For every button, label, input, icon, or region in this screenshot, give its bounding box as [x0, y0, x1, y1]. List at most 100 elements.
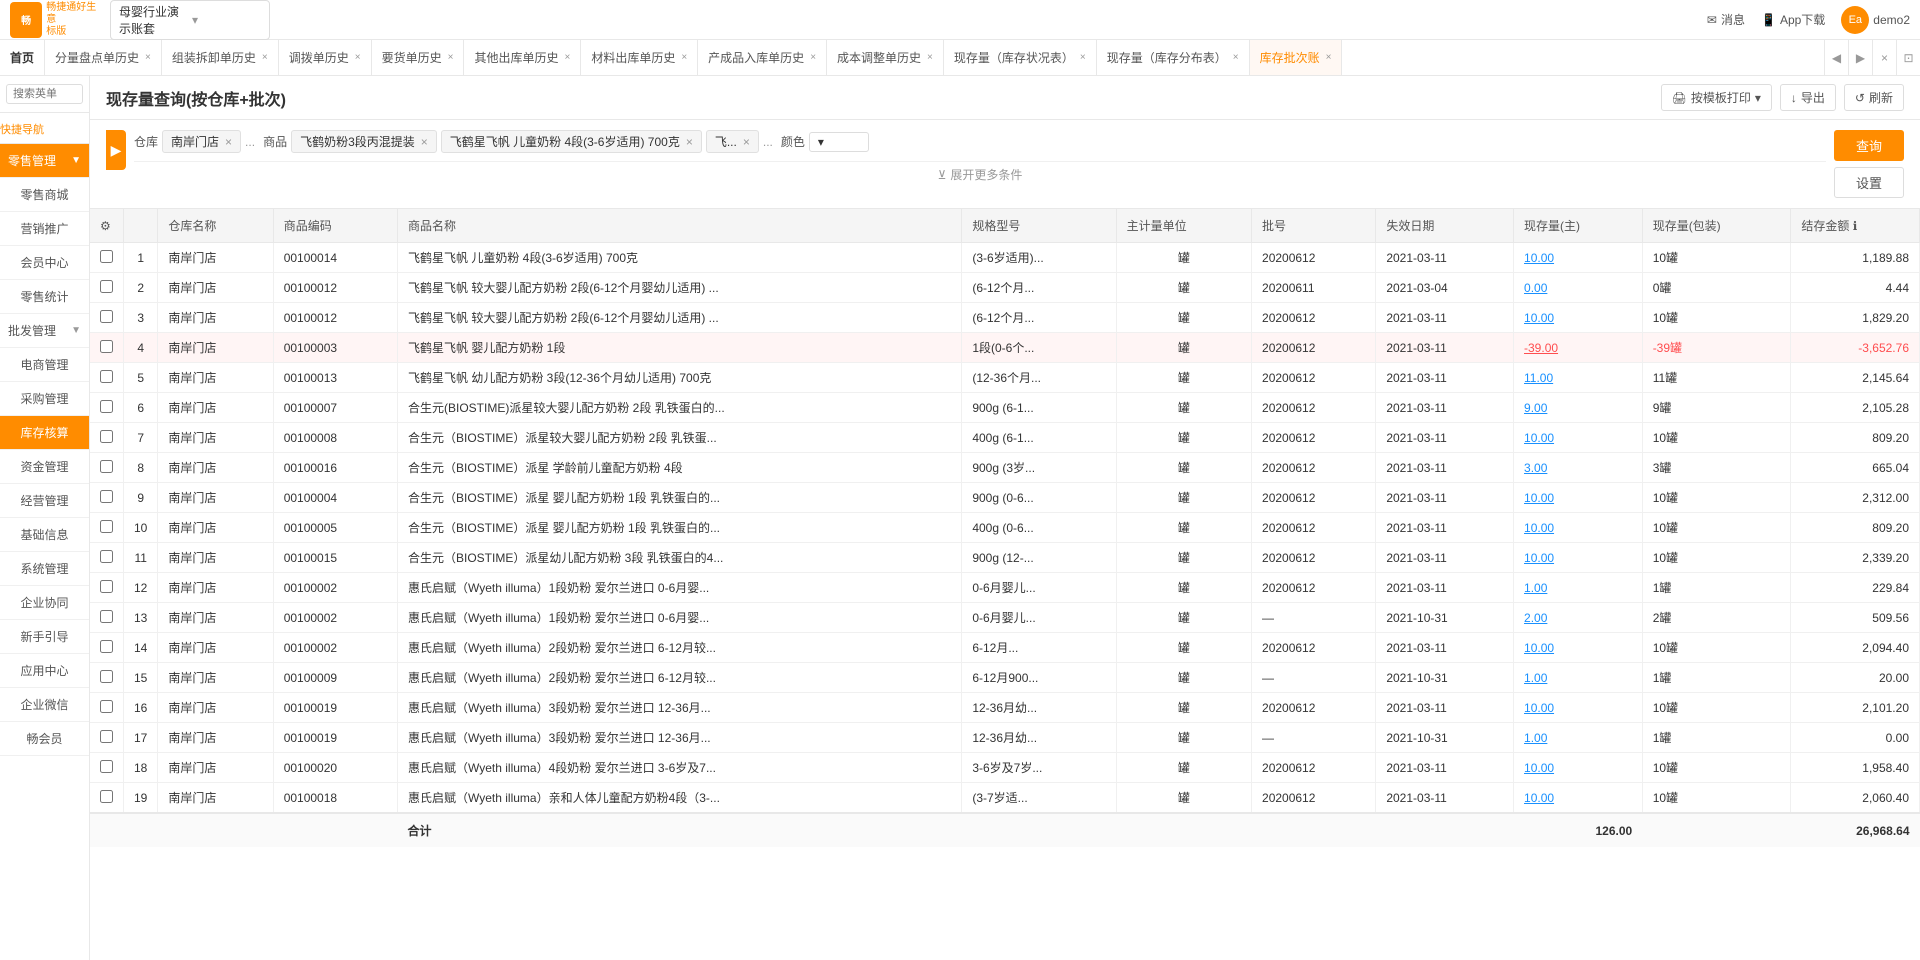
- tab-close-icon[interactable]: ×: [1233, 52, 1239, 63]
- export-button[interactable]: ↓ 导出: [1780, 84, 1836, 111]
- row-checkbox[interactable]: [100, 790, 113, 803]
- row-checkbox[interactable]: [100, 400, 113, 413]
- query-button[interactable]: 查询: [1834, 130, 1904, 161]
- row-stock-main[interactable]: 10.00: [1514, 543, 1643, 573]
- row-checkbox-cell[interactable]: [90, 453, 124, 483]
- row-stock-main[interactable]: 10.00: [1514, 243, 1643, 273]
- template-print-button[interactable]: 🖨 按模板打印 ▾: [1661, 84, 1772, 111]
- row-stock-main[interactable]: 10.00: [1514, 423, 1643, 453]
- row-checkbox-cell[interactable]: [90, 753, 124, 783]
- row-checkbox-cell[interactable]: [90, 573, 124, 603]
- row-checkbox-cell[interactable]: [90, 543, 124, 573]
- tab-diaobodanhist[interactable]: 调拨单历史 ×: [279, 40, 372, 76]
- warehouse-filter-tag[interactable]: 南岸门店 ×: [162, 130, 241, 153]
- row-checkbox-cell[interactable]: [90, 303, 124, 333]
- row-stock-main[interactable]: 10.00: [1514, 753, 1643, 783]
- tab-close-icon[interactable]: ×: [355, 52, 361, 63]
- product-filter-tag-1[interactable]: 飞鹤奶粉3段丙混提装 ×: [291, 130, 437, 153]
- user-area[interactable]: Ea demo2: [1841, 6, 1910, 34]
- row-checkbox-cell[interactable]: [90, 483, 124, 513]
- product-tag-2-close-icon[interactable]: ×: [686, 135, 693, 149]
- product-filter-more[interactable]: ...: [763, 135, 773, 149]
- nav-prev-arrow[interactable]: ◀: [1824, 40, 1848, 76]
- sidebar-item-retail-management[interactable]: 零售管理 ▼: [0, 144, 89, 178]
- sidebar-item-retail-shop[interactable]: 零售商城: [0, 178, 89, 212]
- sidebar-item-member-vip[interactable]: 畅会员: [0, 722, 89, 756]
- tab-yaohuo[interactable]: 要货单历史 ×: [372, 40, 465, 76]
- tab-close-icon[interactable]: ×: [1080, 52, 1086, 63]
- expand-more-conditions[interactable]: ⊻ 展开更多条件: [134, 161, 1826, 187]
- row-checkbox[interactable]: [100, 280, 113, 293]
- sidebar-item-marketing[interactable]: 营销推广: [0, 212, 89, 246]
- row-stock-main[interactable]: 1.00: [1514, 573, 1643, 603]
- row-stock-main[interactable]: 10.00: [1514, 693, 1643, 723]
- tab-qitachukulist[interactable]: 其他出库单历史 ×: [464, 40, 581, 76]
- row-checkbox[interactable]: [100, 460, 113, 473]
- sidebar-item-retail-stats[interactable]: 零售统计: [0, 280, 89, 314]
- tab-cailiaochukulist[interactable]: 材料出库单历史 ×: [581, 40, 698, 76]
- sidebar-item-operations[interactable]: 经营管理: [0, 484, 89, 518]
- row-checkbox[interactable]: [100, 640, 113, 653]
- sidebar-item-ecommerce[interactable]: 电商管理: [0, 348, 89, 382]
- row-stock-main[interactable]: 10.00: [1514, 783, 1643, 814]
- row-checkbox[interactable]: [100, 250, 113, 263]
- row-checkbox-cell[interactable]: [90, 693, 124, 723]
- row-checkbox-cell[interactable]: [90, 513, 124, 543]
- settings-button[interactable]: 设置: [1834, 167, 1904, 198]
- row-stock-main[interactable]: 10.00: [1514, 483, 1643, 513]
- row-checkbox[interactable]: [100, 730, 113, 743]
- row-checkbox-cell[interactable]: [90, 783, 124, 814]
- row-checkbox[interactable]: [100, 700, 113, 713]
- product-filter-tag-3[interactable]: 飞... ×: [706, 130, 759, 153]
- tab-close-icon[interactable]: ×: [564, 52, 570, 63]
- color-select[interactable]: ▾: [809, 132, 869, 152]
- col-settings-header[interactable]: ⚙: [90, 209, 124, 243]
- row-stock-main[interactable]: 3.00: [1514, 453, 1643, 483]
- tab-close-icon[interactable]: ×: [145, 52, 151, 63]
- nav-next-arrow[interactable]: ▶: [1848, 40, 1872, 76]
- row-stock-main[interactable]: 0.00: [1514, 273, 1643, 303]
- row-checkbox[interactable]: [100, 580, 113, 593]
- row-checkbox-cell[interactable]: [90, 663, 124, 693]
- row-checkbox[interactable]: [100, 430, 113, 443]
- filter-expand-button[interactable]: ▶: [106, 130, 126, 170]
- row-stock-main[interactable]: -39.00: [1514, 333, 1643, 363]
- row-stock-main[interactable]: 11.00: [1514, 363, 1643, 393]
- message-button[interactable]: ✉ 消息: [1707, 11, 1745, 28]
- refresh-button[interactable]: ↺ 刷新: [1844, 84, 1904, 111]
- product-filter-tag-2[interactable]: 飞鹤星飞帆 儿童奶粉 4段(3-6岁适用) 700克 ×: [441, 130, 702, 153]
- row-checkbox-cell[interactable]: [90, 633, 124, 663]
- sidebar-item-purchase[interactable]: 采购管理: [0, 382, 89, 416]
- tab-close-icon[interactable]: ×: [927, 52, 933, 63]
- row-checkbox[interactable]: [100, 550, 113, 563]
- warehouse-tag-close-icon[interactable]: ×: [225, 135, 232, 149]
- nav-close-all[interactable]: ×: [1872, 40, 1896, 76]
- product-tag-1-close-icon[interactable]: ×: [421, 135, 428, 149]
- row-stock-main[interactable]: 1.00: [1514, 723, 1643, 753]
- row-checkbox[interactable]: [100, 670, 113, 683]
- tab-zuzhangchaichu[interactable]: 组装拆卸单历史 ×: [162, 40, 279, 76]
- tab-fenliangpandian[interactable]: 分量盘点单历史 ×: [45, 40, 162, 76]
- row-checkbox-cell[interactable]: [90, 243, 124, 273]
- tab-chengpinruku[interactable]: 产成品入库单历史 ×: [698, 40, 827, 76]
- sidebar-item-member[interactable]: 会员中心: [0, 246, 89, 280]
- sidebar-item-enterprise-collab[interactable]: 企业协同: [0, 586, 89, 620]
- row-checkbox[interactable]: [100, 610, 113, 623]
- row-checkbox-cell[interactable]: [90, 603, 124, 633]
- app-download-button[interactable]: 📱 App下载: [1761, 11, 1825, 28]
- row-checkbox[interactable]: [100, 760, 113, 773]
- sidebar-item-system[interactable]: 系统管理: [0, 552, 89, 586]
- tab-home[interactable]: 首页: [0, 40, 45, 76]
- row-checkbox-cell[interactable]: [90, 723, 124, 753]
- row-checkbox[interactable]: [100, 520, 113, 533]
- sidebar-item-wholesale[interactable]: 批发管理 ▼: [0, 314, 89, 348]
- tab-close-icon[interactable]: ×: [681, 52, 687, 63]
- warehouse-filter-more[interactable]: ...: [245, 135, 255, 149]
- tab-close-icon[interactable]: ×: [448, 52, 454, 63]
- sidebar-item-finance[interactable]: 资金管理: [0, 450, 89, 484]
- tab-xiancunliangkucunfenbu[interactable]: 现存量（库存分布表）×: [1097, 40, 1250, 76]
- row-checkbox-cell[interactable]: [90, 363, 124, 393]
- row-checkbox[interactable]: [100, 310, 113, 323]
- row-checkbox-cell[interactable]: [90, 393, 124, 423]
- nav-expand-icon[interactable]: ⊡: [1896, 40, 1920, 76]
